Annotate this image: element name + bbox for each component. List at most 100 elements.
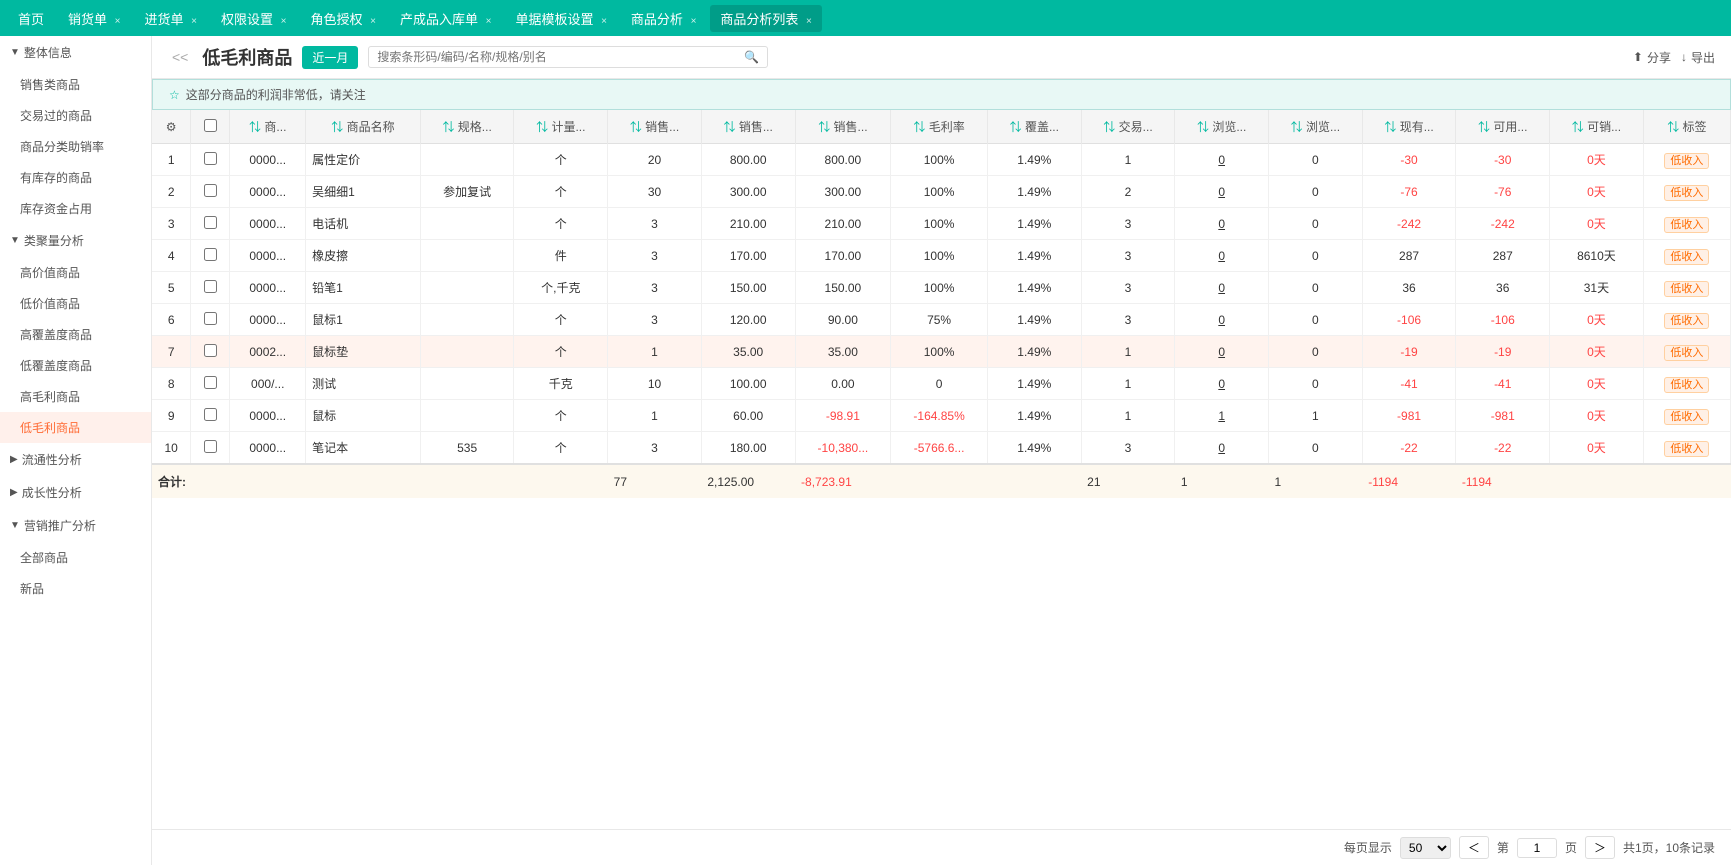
nav-item-analysis[interactable]: 商品分析 × bbox=[621, 5, 706, 32]
row-checkbox[interactable] bbox=[204, 280, 217, 293]
collapse-button[interactable]: << bbox=[168, 45, 192, 69]
close-icon[interactable]: × bbox=[370, 16, 376, 27]
cell-browse1[interactable]: 0 bbox=[1175, 208, 1269, 240]
col-tag[interactable]: ⇅ 标签 bbox=[1643, 110, 1730, 144]
col-code[interactable]: ⇅ 商... bbox=[230, 110, 306, 144]
sidebar-item-low-margin[interactable]: 低毛利商品 bbox=[0, 412, 151, 443]
row-checkbox[interactable] bbox=[204, 216, 217, 229]
col-spec[interactable]: ⇅ 规格... bbox=[420, 110, 514, 144]
cell-checkbox[interactable] bbox=[191, 272, 230, 304]
prev-page-button[interactable]: ＜ bbox=[1459, 836, 1489, 859]
search-input[interactable] bbox=[377, 50, 744, 64]
cell-checkbox[interactable] bbox=[191, 144, 230, 176]
sidebar-item-low-coverage[interactable]: 低覆盖度商品 bbox=[0, 350, 151, 381]
row-checkbox[interactable] bbox=[204, 184, 217, 197]
cell-name[interactable]: 鼠标垫 bbox=[306, 336, 421, 368]
col-transaction[interactable]: ⇅ 交易... bbox=[1081, 110, 1175, 144]
cell-browse1[interactable]: 0 bbox=[1175, 304, 1269, 336]
nav-item-sales[interactable]: 销货单 × bbox=[58, 5, 130, 32]
close-icon[interactable]: × bbox=[691, 16, 697, 27]
nav-item-home[interactable]: 首页 bbox=[8, 5, 54, 32]
search-icon[interactable]: 🔍 bbox=[744, 50, 759, 64]
close-icon[interactable]: × bbox=[486, 16, 492, 27]
filter-period-button[interactable]: 近一月 bbox=[302, 46, 358, 69]
col-name[interactable]: ⇅ 商品名称 bbox=[306, 110, 421, 144]
cell-checkbox[interactable] bbox=[191, 240, 230, 272]
sidebar-item-all-products[interactable]: 全部商品 bbox=[0, 542, 151, 573]
nav-item-purchase[interactable]: 进货单 × bbox=[135, 5, 207, 32]
col-unit[interactable]: ⇅ 计量... bbox=[514, 110, 608, 144]
cell-name[interactable]: 吴细细1 bbox=[306, 176, 421, 208]
cell-checkbox[interactable] bbox=[191, 304, 230, 336]
share-button[interactable]: ⬆ 分享 bbox=[1633, 49, 1671, 66]
row-checkbox[interactable] bbox=[204, 376, 217, 389]
sidebar-item-high-value[interactable]: 高价值商品 bbox=[0, 257, 151, 288]
close-icon[interactable]: × bbox=[281, 16, 287, 27]
cell-checkbox[interactable] bbox=[191, 208, 230, 240]
cell-checkbox[interactable] bbox=[191, 432, 230, 465]
select-all-checkbox[interactable] bbox=[204, 119, 217, 132]
nav-item-roles[interactable]: 角色授权 × bbox=[300, 5, 385, 32]
row-checkbox[interactable] bbox=[204, 440, 217, 453]
nav-item-template[interactable]: 单据模板设置 × bbox=[505, 5, 616, 32]
sidebar-group-growth[interactable]: ▶ 成长性分析 bbox=[0, 476, 151, 509]
cell-checkbox[interactable] bbox=[191, 400, 230, 432]
page-size-select[interactable]: 50 100 200 bbox=[1400, 837, 1451, 859]
cell-browse1[interactable]: 0 bbox=[1175, 240, 1269, 272]
col-gross-margin[interactable]: ⇅ 毛利率 bbox=[891, 110, 988, 144]
next-page-button[interactable]: ＞ bbox=[1585, 836, 1615, 859]
row-checkbox[interactable] bbox=[204, 344, 217, 357]
sidebar-item-new-products[interactable]: 新品 bbox=[0, 573, 151, 604]
sidebar-item-stock-products[interactable]: 有库存的商品 bbox=[0, 162, 151, 193]
close-icon[interactable]: × bbox=[191, 16, 197, 27]
page-number-input[interactable] bbox=[1517, 838, 1557, 858]
cell-browse1[interactable]: 0 bbox=[1175, 272, 1269, 304]
cell-name[interactable]: 笔记本 bbox=[306, 432, 421, 465]
close-icon[interactable]: × bbox=[806, 16, 812, 27]
cell-name[interactable]: 鼠标 bbox=[306, 400, 421, 432]
row-checkbox[interactable] bbox=[204, 152, 217, 165]
row-checkbox[interactable] bbox=[204, 408, 217, 421]
cell-name[interactable]: 属性定价 bbox=[306, 144, 421, 176]
cell-name[interactable]: 橡皮擦 bbox=[306, 240, 421, 272]
sidebar-item-sales-products[interactable]: 销售类商品 bbox=[0, 69, 151, 100]
col-sales-price[interactable]: ⇅ 销售... bbox=[701, 110, 795, 144]
cell-browse1[interactable]: 0 bbox=[1175, 432, 1269, 465]
sidebar-item-high-coverage[interactable]: 高覆盖度商品 bbox=[0, 319, 151, 350]
cell-name[interactable]: 鼠标1 bbox=[306, 304, 421, 336]
close-icon[interactable]: × bbox=[115, 16, 121, 27]
cell-browse1[interactable]: 1 bbox=[1175, 400, 1269, 432]
sidebar-group-overall[interactable]: ▼ 整体信息 bbox=[0, 36, 151, 69]
sidebar-group-cluster[interactable]: ▼ 类聚量分析 bbox=[0, 224, 151, 257]
cell-browse1[interactable]: 0 bbox=[1175, 336, 1269, 368]
col-sales-amount[interactable]: ⇅ 销售... bbox=[795, 110, 891, 144]
col-current-stock[interactable]: ⇅ 现有... bbox=[1362, 110, 1456, 144]
row-checkbox[interactable] bbox=[204, 312, 217, 325]
col-browse2[interactable]: ⇅ 浏览... bbox=[1269, 110, 1363, 144]
cell-checkbox[interactable] bbox=[191, 176, 230, 208]
sidebar-item-category-rate[interactable]: 商品分类助销率 bbox=[0, 131, 151, 162]
sidebar-item-low-value[interactable]: 低价值商品 bbox=[0, 288, 151, 319]
nav-item-inventory[interactable]: 产成品入库单 × bbox=[390, 5, 501, 32]
row-checkbox[interactable] bbox=[204, 248, 217, 261]
cell-browse1[interactable]: 0 bbox=[1175, 368, 1269, 400]
col-available[interactable]: ⇅ 可用... bbox=[1456, 110, 1550, 144]
cell-name[interactable]: 测试 bbox=[306, 368, 421, 400]
nav-item-analysis-list[interactable]: 商品分析列表 × bbox=[710, 5, 821, 32]
col-browse1[interactable]: ⇅ 浏览... bbox=[1175, 110, 1269, 144]
sidebar-group-marketing[interactable]: ▼ 营销推广分析 bbox=[0, 509, 151, 542]
cell-name[interactable]: 电话机 bbox=[306, 208, 421, 240]
col-saleable[interactable]: ⇅ 可销... bbox=[1550, 110, 1644, 144]
cell-browse1[interactable]: 0 bbox=[1175, 176, 1269, 208]
sidebar-item-stock-capital[interactable]: 库存资金占用 bbox=[0, 193, 151, 224]
col-sales-qty[interactable]: ⇅ 销售... bbox=[608, 110, 702, 144]
cell-browse1[interactable]: 0 bbox=[1175, 144, 1269, 176]
col-coverage[interactable]: ⇅ 覆盖... bbox=[987, 110, 1081, 144]
cell-checkbox[interactable] bbox=[191, 368, 230, 400]
close-icon[interactable]: × bbox=[601, 16, 607, 27]
sidebar-group-liquidity[interactable]: ▶ 流通性分析 bbox=[0, 443, 151, 476]
sidebar-item-traded-products[interactable]: 交易过的商品 bbox=[0, 100, 151, 131]
sidebar-item-high-margin[interactable]: 高毛利商品 bbox=[0, 381, 151, 412]
export-button[interactable]: ↓ 导出 bbox=[1681, 49, 1715, 66]
nav-item-permissions[interactable]: 权限设置 × bbox=[211, 5, 296, 32]
